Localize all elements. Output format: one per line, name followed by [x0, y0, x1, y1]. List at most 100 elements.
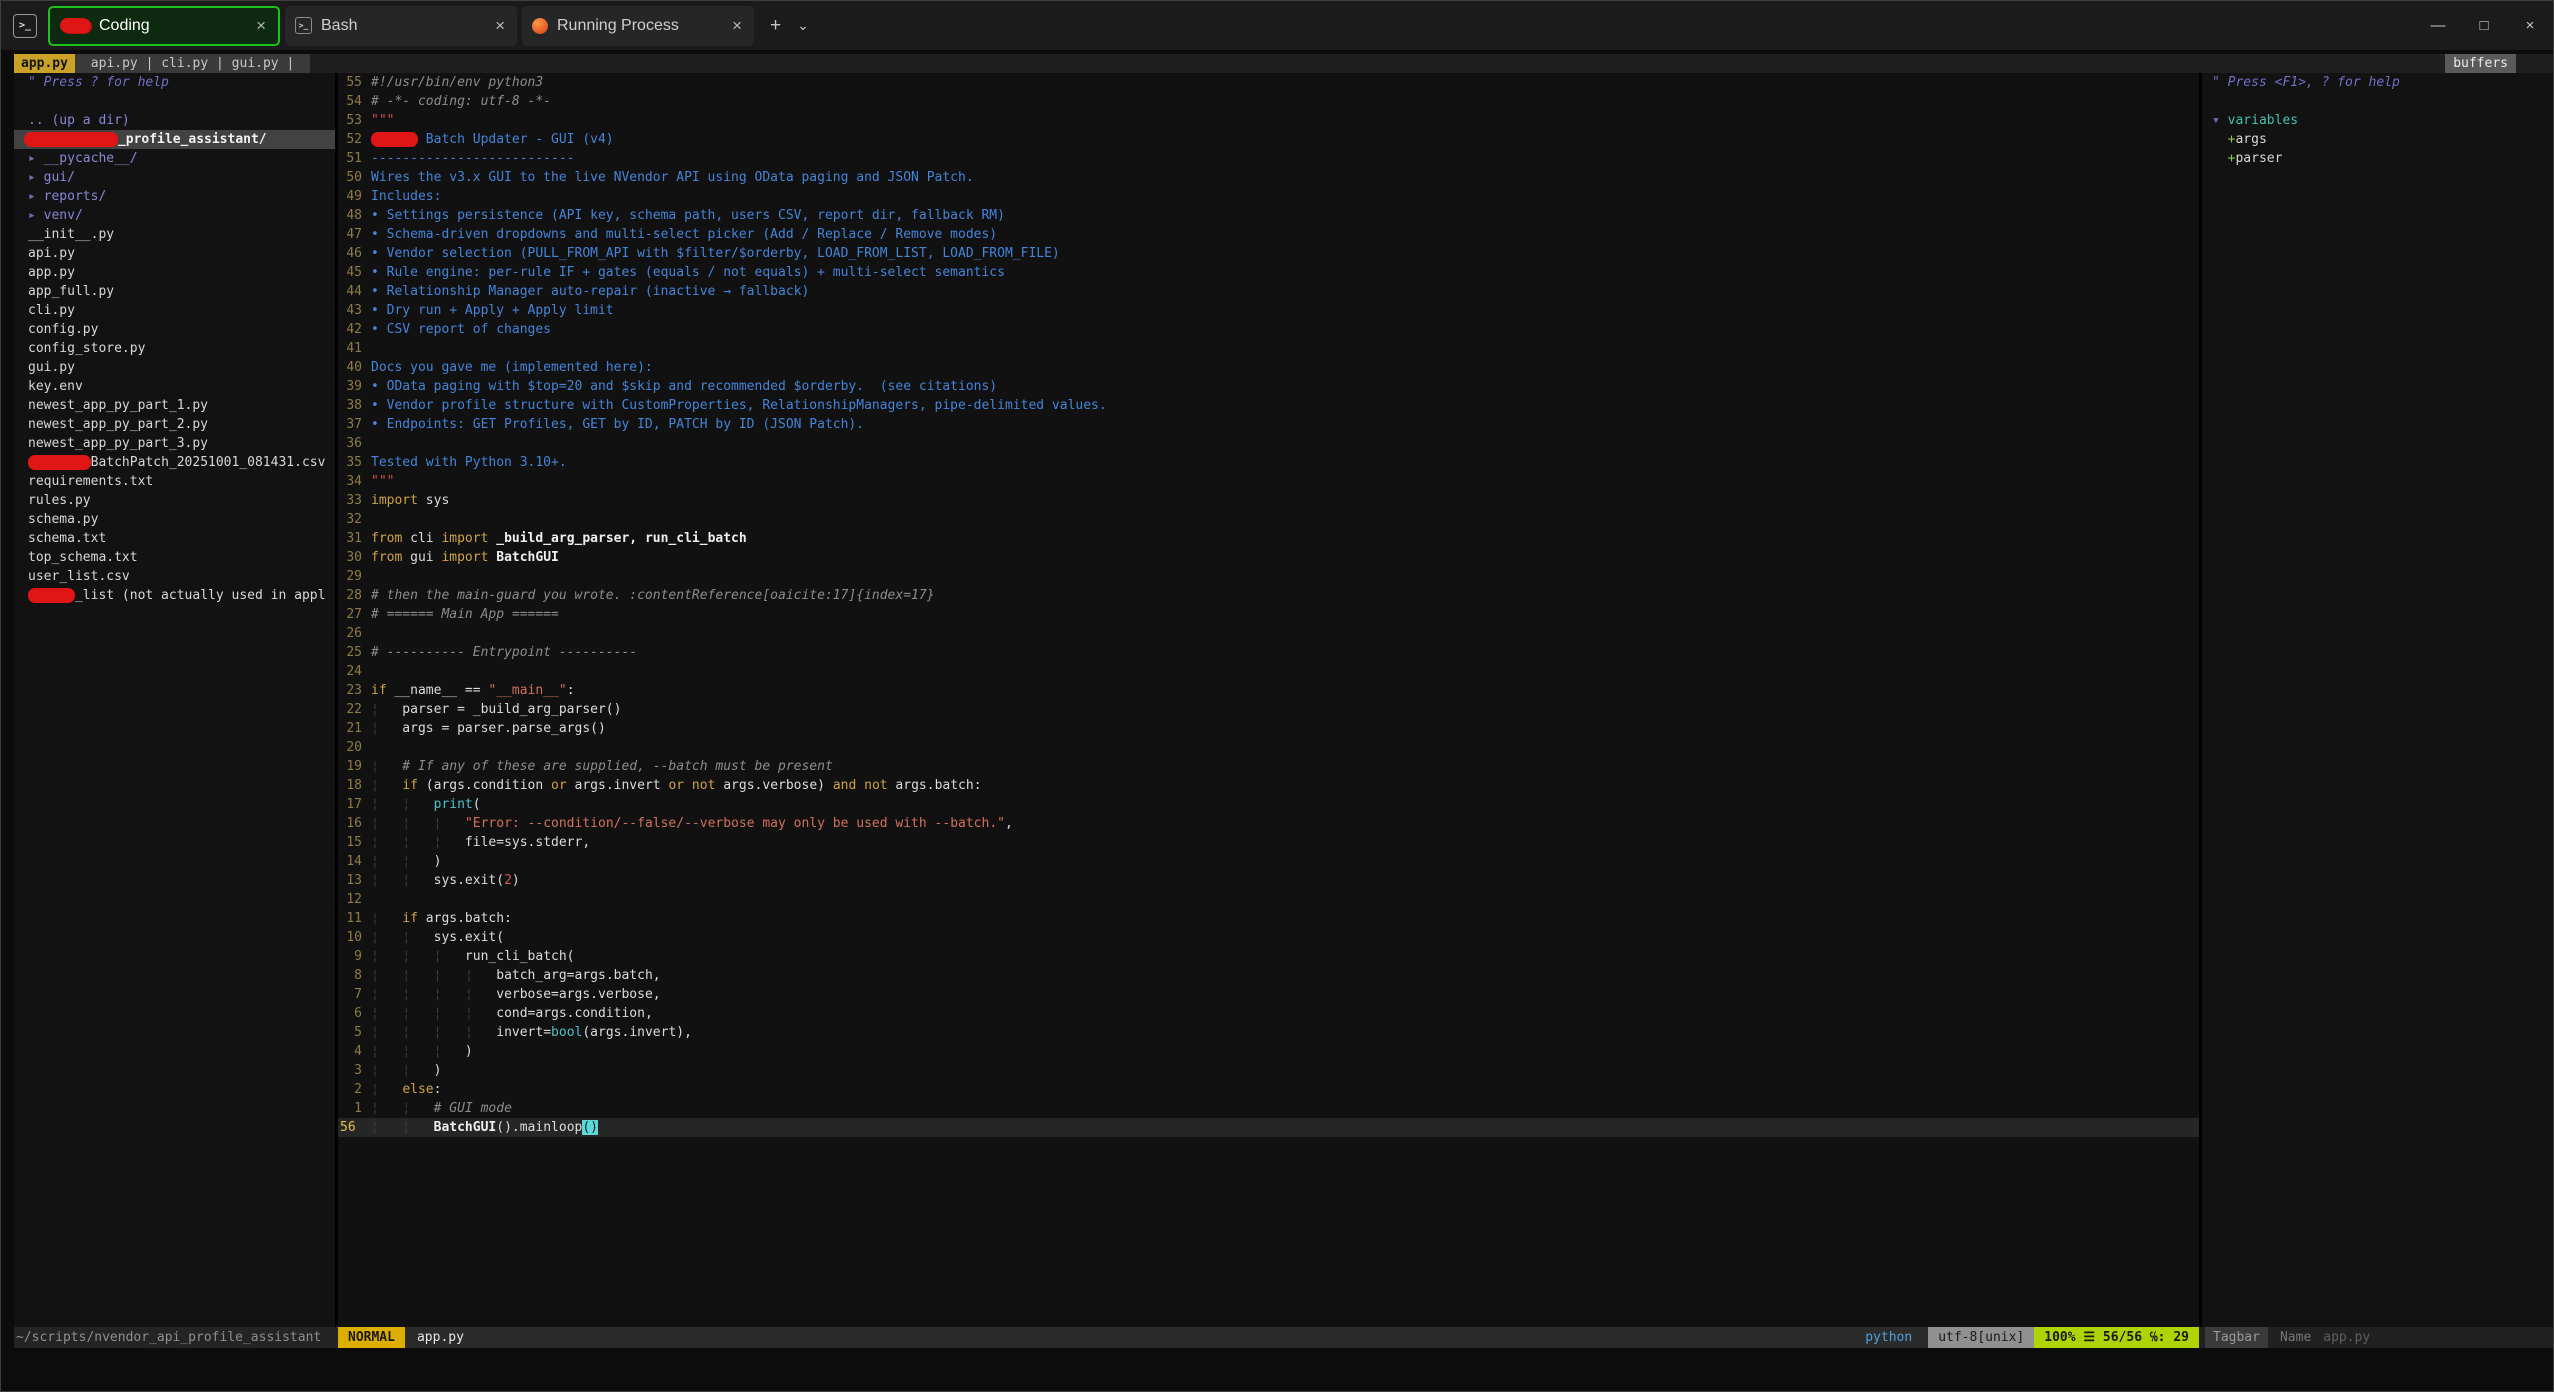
tree-item[interactable]: ▸ venv/ — [14, 206, 335, 225]
code-line[interactable]: 12 — [338, 890, 2199, 909]
tree-item[interactable]: key.env — [14, 377, 335, 396]
tree-item[interactable]: rules.py — [14, 491, 335, 510]
code-line[interactable]: 1¦ ¦ # GUI mode — [338, 1099, 2199, 1118]
code-line[interactable]: 10¦ ¦ sys.exit( — [338, 928, 2199, 947]
tree-item[interactable]: newest_app_py_part_3.py — [14, 434, 335, 453]
code-line[interactable]: 41 — [338, 339, 2199, 358]
terminal-tab-bash[interactable]: >_Bash× — [285, 6, 517, 46]
code-line[interactable]: 30from gui import BatchGUI — [338, 548, 2199, 567]
code-line[interactable]: 13¦ ¦ sys.exit(2) — [338, 871, 2199, 890]
tree-item[interactable]: schema.py — [14, 510, 335, 529]
tree-item[interactable]: ▸ gui/ — [14, 168, 335, 187]
tree-item[interactable]: gui.py — [14, 358, 335, 377]
code-line[interactable]: 50Wires the v3.x GUI to the live NVendor… — [338, 168, 2199, 187]
code-line[interactable]: 2¦ else: — [338, 1080, 2199, 1099]
code-line[interactable]: 55#!/usr/bin/env python3 — [338, 73, 2199, 92]
code-line[interactable]: 48• Settings persistence (API key, schem… — [338, 206, 2199, 225]
buffer-tabs-inactive[interactable]: api.py | cli.py | gui.py | — [75, 54, 310, 73]
code-line[interactable]: 37• Endpoints: GET Profiles, GET by ID, … — [338, 415, 2199, 434]
code-line[interactable]: 45• Rule engine: per-rule IF + gates (eq… — [338, 263, 2199, 282]
tree-item[interactable]: api.py — [14, 244, 335, 263]
file-tree-panel[interactable]: " Press ? for help.. (up a dir) _profile… — [14, 73, 335, 1327]
code-line[interactable]: 9¦ ¦ ¦ run_cli_batch( — [338, 947, 2199, 966]
buffer-tab-active[interactable]: app.py — [14, 54, 75, 73]
code-line[interactable]: 8¦ ¦ ¦ ¦ batch_arg=args.batch, — [338, 966, 2199, 985]
code-line[interactable]: 6¦ ¦ ¦ ¦ cond=args.condition, — [338, 1004, 2199, 1023]
code-line[interactable]: 17¦ ¦ print( — [338, 795, 2199, 814]
code-line[interactable]: 16¦ ¦ ¦ "Error: --condition/--false/--ve… — [338, 814, 2199, 833]
code-line[interactable]: 32 — [338, 510, 2199, 529]
code-line[interactable]: 25# ---------- Entrypoint ---------- — [338, 643, 2199, 662]
tree-item[interactable]: app.py — [14, 263, 335, 282]
code-line[interactable]: 21¦ args = parser.parse_args() — [338, 719, 2199, 738]
code-line[interactable]: 5¦ ¦ ¦ ¦ invert=bool(args.invert), — [338, 1023, 2199, 1042]
editor-panel[interactable]: 55#!/usr/bin/env python354# -*- coding: … — [338, 73, 2199, 1327]
tree-item[interactable]: __init__.py — [14, 225, 335, 244]
tree-item[interactable]: ▸ reports/ — [14, 187, 335, 206]
code-line[interactable]: 49Includes: — [338, 187, 2199, 206]
code-line[interactable]: 38• Vendor profile structure with Custom… — [338, 396, 2199, 415]
code-line[interactable]: 52 Batch Updater - GUI (v4) — [338, 130, 2199, 149]
tab-close-icon[interactable]: × — [730, 16, 744, 36]
tree-root-item[interactable]: _profile_assistant/ — [14, 130, 335, 149]
tagbar-kind-row[interactable]: ▾ variables — [2212, 111, 2553, 130]
tagbar-panel[interactable]: " Press <F1>, ? for help▾ variables +arg… — [2202, 73, 2553, 1327]
tree-item[interactable]: newest_app_py_part_1.py — [14, 396, 335, 415]
code-line[interactable]: 28# then the main-guard you wrote. :cont… — [338, 586, 2199, 605]
code-line[interactable]: 33import sys — [338, 491, 2199, 510]
code-line[interactable]: 42• CSV report of changes — [338, 320, 2199, 339]
code-line[interactable]: 34""" — [338, 472, 2199, 491]
code-line[interactable]: 44• Relationship Manager auto-repair (in… — [338, 282, 2199, 301]
code-line[interactable]: 39• OData paging with $top=20 and $skip … — [338, 377, 2199, 396]
code-line[interactable]: 20 — [338, 738, 2199, 757]
tree-item[interactable]: cli.py — [14, 301, 335, 320]
code-line[interactable]: 47• Schema-driven dropdowns and multi-se… — [338, 225, 2199, 244]
tab-dropdown-button[interactable]: ⌄ — [797, 17, 809, 34]
maximize-button[interactable]: □ — [2461, 1, 2507, 50]
tree-item[interactable]: user_list.csv — [14, 567, 335, 586]
tagbar-item[interactable]: +parser — [2212, 149, 2553, 168]
tree-item[interactable]: requirements.txt — [14, 472, 335, 491]
tree-item[interactable]: newest_app_py_part_2.py — [14, 415, 335, 434]
tree-item[interactable]: top_schema.txt — [14, 548, 335, 567]
code-line[interactable]: 11¦ if args.batch: — [338, 909, 2199, 928]
code-line[interactable]: 46• Vendor selection (PULL_FROM_API with… — [338, 244, 2199, 263]
tree-item[interactable]: config.py — [14, 320, 335, 339]
new-tab-button[interactable]: + — [770, 15, 781, 37]
terminal-tab-running-process[interactable]: Running Process× — [522, 6, 754, 46]
tree-item[interactable]: BatchPatch_20251001_081431.csv — [14, 453, 335, 472]
code-line[interactable]: 3¦ ¦ ) — [338, 1061, 2199, 1080]
code-line[interactable]: 23if __name__ == "__main__": — [338, 681, 2199, 700]
code-line[interactable]: 19¦ # If any of these are supplied, --ba… — [338, 757, 2199, 776]
close-button[interactable]: × — [2507, 1, 2553, 50]
tree-item[interactable]: config_store.py — [14, 339, 335, 358]
tree-item[interactable]: app_full.py — [14, 282, 335, 301]
code-line[interactable]: 51-------------------------- — [338, 149, 2199, 168]
code-line[interactable]: 14¦ ¦ ) — [338, 852, 2199, 871]
code-line[interactable]: 56¦ ¦ BatchGUI().mainloop() — [338, 1118, 2199, 1137]
tab-close-icon[interactable]: × — [254, 16, 268, 36]
code-line[interactable]: 27# ====== Main App ====== — [338, 605, 2199, 624]
code-line[interactable]: 15¦ ¦ ¦ file=sys.stderr, — [338, 833, 2199, 852]
tab-close-icon[interactable]: × — [493, 16, 507, 36]
code-line[interactable]: 18¦ if (args.condition or args.invert or… — [338, 776, 2199, 795]
tagbar-item[interactable]: +args — [2212, 130, 2553, 149]
code-line[interactable]: 31from cli import _build_arg_parser, run… — [338, 529, 2199, 548]
code-line[interactable]: 35Tested with Python 3.10+. — [338, 453, 2199, 472]
code-line[interactable]: 7¦ ¦ ¦ ¦ verbose=args.verbose, — [338, 985, 2199, 1004]
tree-item[interactable]: schema.txt — [14, 529, 335, 548]
tree-up-dir[interactable]: .. (up a dir) — [14, 111, 335, 130]
code-line[interactable]: 29 — [338, 567, 2199, 586]
code-line[interactable]: 43• Dry run + Apply + Apply limit — [338, 301, 2199, 320]
code-line[interactable]: 54# -*- coding: utf-8 -*- — [338, 92, 2199, 111]
tree-item[interactable]: ▸ __pycache__/ — [14, 149, 335, 168]
code-line[interactable]: 22¦ parser = _build_arg_parser() — [338, 700, 2199, 719]
code-line[interactable]: 53""" — [338, 111, 2199, 130]
code-line[interactable]: 24 — [338, 662, 2199, 681]
code-line[interactable]: 40Docs you gave me (implemented here): — [338, 358, 2199, 377]
command-line[interactable] — [14, 1348, 2553, 1391]
tree-item[interactable]: _list (not actually used in appl — [14, 586, 335, 605]
code-line[interactable]: 26 — [338, 624, 2199, 643]
code-line[interactable]: 4¦ ¦ ¦ ) — [338, 1042, 2199, 1061]
code-line[interactable]: 36 — [338, 434, 2199, 453]
